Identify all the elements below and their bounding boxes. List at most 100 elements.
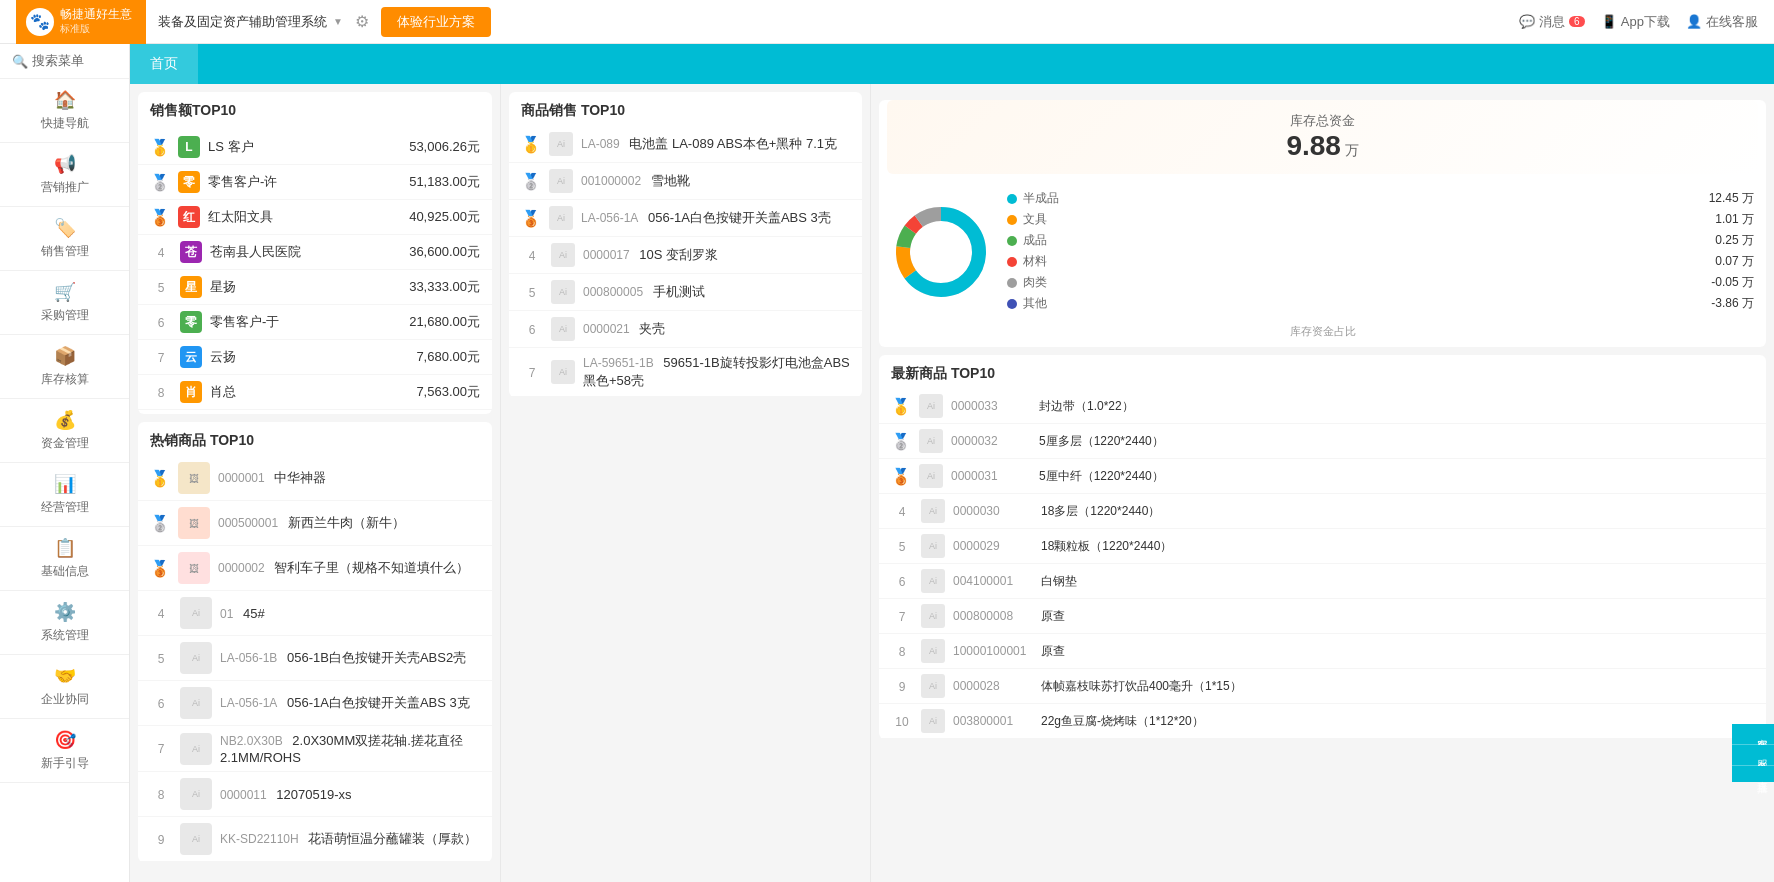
product-code-mid: 0000021 [583, 322, 630, 336]
rank-medal: 6 [150, 315, 172, 330]
rank-medal: 5 [891, 539, 913, 554]
rank-medal: 4 [150, 606, 172, 621]
rank-medal: 4 [891, 504, 913, 519]
customer-value: 51,183.00元 [409, 173, 480, 191]
rank-medal: 🥇 [891, 397, 911, 416]
rank-medal: 6 [891, 574, 913, 589]
legend-dot [1007, 257, 1017, 267]
product-code: 0000002 [218, 561, 265, 575]
logo-icon: 🐾 [26, 8, 54, 36]
newest-product-thumbnail: Ai [921, 639, 945, 663]
search-icon: 🔍 [12, 54, 28, 69]
customer-rank-item: 5 星 星扬 33,333.00元 [138, 270, 492, 305]
chevron-down-icon: ▼ [333, 16, 343, 27]
newest-product-thumbnail: Ai [921, 709, 945, 733]
newest-product-thumbnail: Ai [921, 604, 945, 628]
product-name: 45# [243, 606, 265, 621]
sidebar-item-inventory[interactable]: 📦 库存核算 [0, 335, 129, 399]
product-thumbnail-mid: Ai [551, 360, 575, 384]
legend-label: 成品 [1023, 232, 1709, 249]
newest-product-name: 白钢垫 [1041, 573, 1754, 590]
newest-product-thumbnail: Ai [921, 534, 945, 558]
nav-tab-bar: 首页 [130, 44, 1774, 84]
sidebar-item-system[interactable]: ⚙️ 系统管理 [0, 591, 129, 655]
newest-product-name: 体帧嘉枝味苏打饮品400毫升（1*15） [1041, 678, 1754, 695]
product-name-mid: 手机测试 [653, 284, 705, 299]
online-service-btn[interactable]: 👤 在线客服 [1686, 13, 1758, 31]
home-icon: 🏠 [54, 89, 76, 111]
legend-dot [1007, 215, 1017, 225]
hot-products-list: 🥇 🖼 0000001 中华神器 🥈 🖼 000500001 新西兰牛肉（新牛）… [138, 456, 492, 862]
legend-item: 材料 0.07 万 [1007, 253, 1754, 270]
logo-sub: 标准版 [60, 22, 132, 36]
sidebar-item-sales[interactable]: 🏷️ 销售管理 [0, 207, 129, 271]
operations-icon: 📊 [54, 473, 76, 495]
hot-product-item: 6 Ai LA-056-1A 056-1A白色按键开关盖ABS 3克 [138, 681, 492, 726]
product-thumbnail-mid: Ai [549, 132, 573, 156]
hot-products-header: 热销商品 TOP10 [138, 422, 492, 456]
sidebar-item-guide[interactable]: 🎯 新手引导 [0, 719, 129, 783]
product-thumbnail: Ai [180, 823, 212, 855]
customer-badge: 零 [178, 171, 200, 193]
product-info: 000500001 新西兰牛肉（新牛） [218, 514, 480, 532]
customer-rank-item: 4 苍 苍南县人民医院 36,600.00元 [138, 235, 492, 270]
sidebar-label-guide: 新手引导 [41, 755, 89, 772]
tab-home[interactable]: 首页 [130, 44, 198, 84]
message-icon: 💬 [1519, 14, 1535, 29]
product-info-mid: 0000021 夹壳 [583, 320, 850, 338]
online-service-label: 在线客服 [1706, 13, 1758, 31]
sidebar-item-basic-info[interactable]: 📋 基础信息 [0, 527, 129, 591]
search-menu[interactable]: 🔍 搜索菜单 [0, 44, 129, 79]
sidebar-item-collaboration[interactable]: 🤝 企业协同 [0, 655, 129, 719]
collaboration-icon: 🤝 [54, 665, 76, 687]
inventory-value: 9.88 [1286, 130, 1341, 161]
product-code: LA-056-1B [220, 651, 277, 665]
sidebar-item-operations[interactable]: 📊 经营管理 [0, 463, 129, 527]
gear-icon[interactable]: ⚙ [355, 12, 369, 31]
guide-icon: 🎯 [54, 729, 76, 751]
system-selector[interactable]: 装备及固定资产辅助管理系统 ▼ [158, 13, 343, 31]
sidebar-label-collaboration: 企业协同 [41, 691, 89, 708]
legend-value: 0.25 万 [1715, 232, 1754, 249]
sidebar-item-marketing[interactable]: 📢 营销推广 [0, 143, 129, 207]
newest-product-item: 🥈 Ai 0000032 5厘多层（1220*2440） [879, 424, 1766, 459]
product-thumbnail: Ai [180, 687, 212, 719]
product-info: LA-056-1B 056-1B白色按键开关壳ABS2壳 [220, 649, 480, 667]
legend-label: 文具 [1023, 211, 1709, 228]
sidebar-item-finance[interactable]: 💰 资金管理 [0, 399, 129, 463]
search-menu-label: 搜索菜单 [32, 52, 84, 70]
hot-product-item: 🥈 🖼 000500001 新西兰牛肉（新牛） [138, 501, 492, 546]
system-name: 装备及固定资产辅助管理系统 [158, 13, 327, 31]
product-name-mid: 10S 变刮罗浆 [639, 247, 718, 262]
newest-product-thumbnail: Ai [921, 674, 945, 698]
trial-button[interactable]: 体验行业方案 [381, 7, 491, 37]
newest-product-item: 🥉 Ai 0000031 5厘中纤（1220*2440） [879, 459, 1766, 494]
float-btn-community[interactable]: 服务社区 [1732, 745, 1774, 766]
product-info-mid: 0000017 10S 变刮罗浆 [583, 246, 850, 264]
rank-medal: 8 [150, 385, 172, 400]
newest-product-name: 封边带（1.0*22） [1039, 398, 1754, 415]
newest-product-item: 🥇 Ai 0000033 封边带（1.0*22） [879, 389, 1766, 424]
float-btn-live[interactable]: 直播 [1732, 766, 1774, 782]
messages-btn[interactable]: 💬 消息 6 [1519, 13, 1585, 31]
float-btn-service[interactable]: 客服热线 [1732, 724, 1774, 745]
app-download-btn[interactable]: 📱 App下载 [1601, 13, 1670, 31]
finance-icon: 💰 [54, 409, 76, 431]
customer-badge: 红 [178, 206, 200, 228]
sales-icon: 🏷️ [54, 217, 76, 239]
mid-product-item: 5 Ai 000800005 手机测试 [509, 274, 862, 311]
legend-dot [1007, 278, 1017, 288]
mid-products-title: 商品销售 TOP10 [521, 102, 625, 120]
sidebar-item-quicknav[interactable]: 🏠 快捷导航 [0, 79, 129, 143]
legend-dot [1007, 236, 1017, 246]
customer-rank-item: 6 零 零售客户-于 21,680.00元 [138, 305, 492, 340]
legend-item: 文具 1.01 万 [1007, 211, 1754, 228]
product-info-mid: 001000002 雪地靴 [581, 172, 850, 190]
product-info: LA-056-1A 056-1A白色按键开关盖ABS 3克 [220, 694, 480, 712]
sidebar-item-purchase[interactable]: 🛒 采购管理 [0, 271, 129, 335]
customer-name: 零售客户-于 [210, 313, 401, 331]
rank-medal: 🥈 [891, 432, 911, 451]
product-name: 中华神器 [274, 470, 326, 485]
product-name-mid: 夹壳 [639, 321, 665, 336]
customer-badge: 星 [180, 276, 202, 298]
